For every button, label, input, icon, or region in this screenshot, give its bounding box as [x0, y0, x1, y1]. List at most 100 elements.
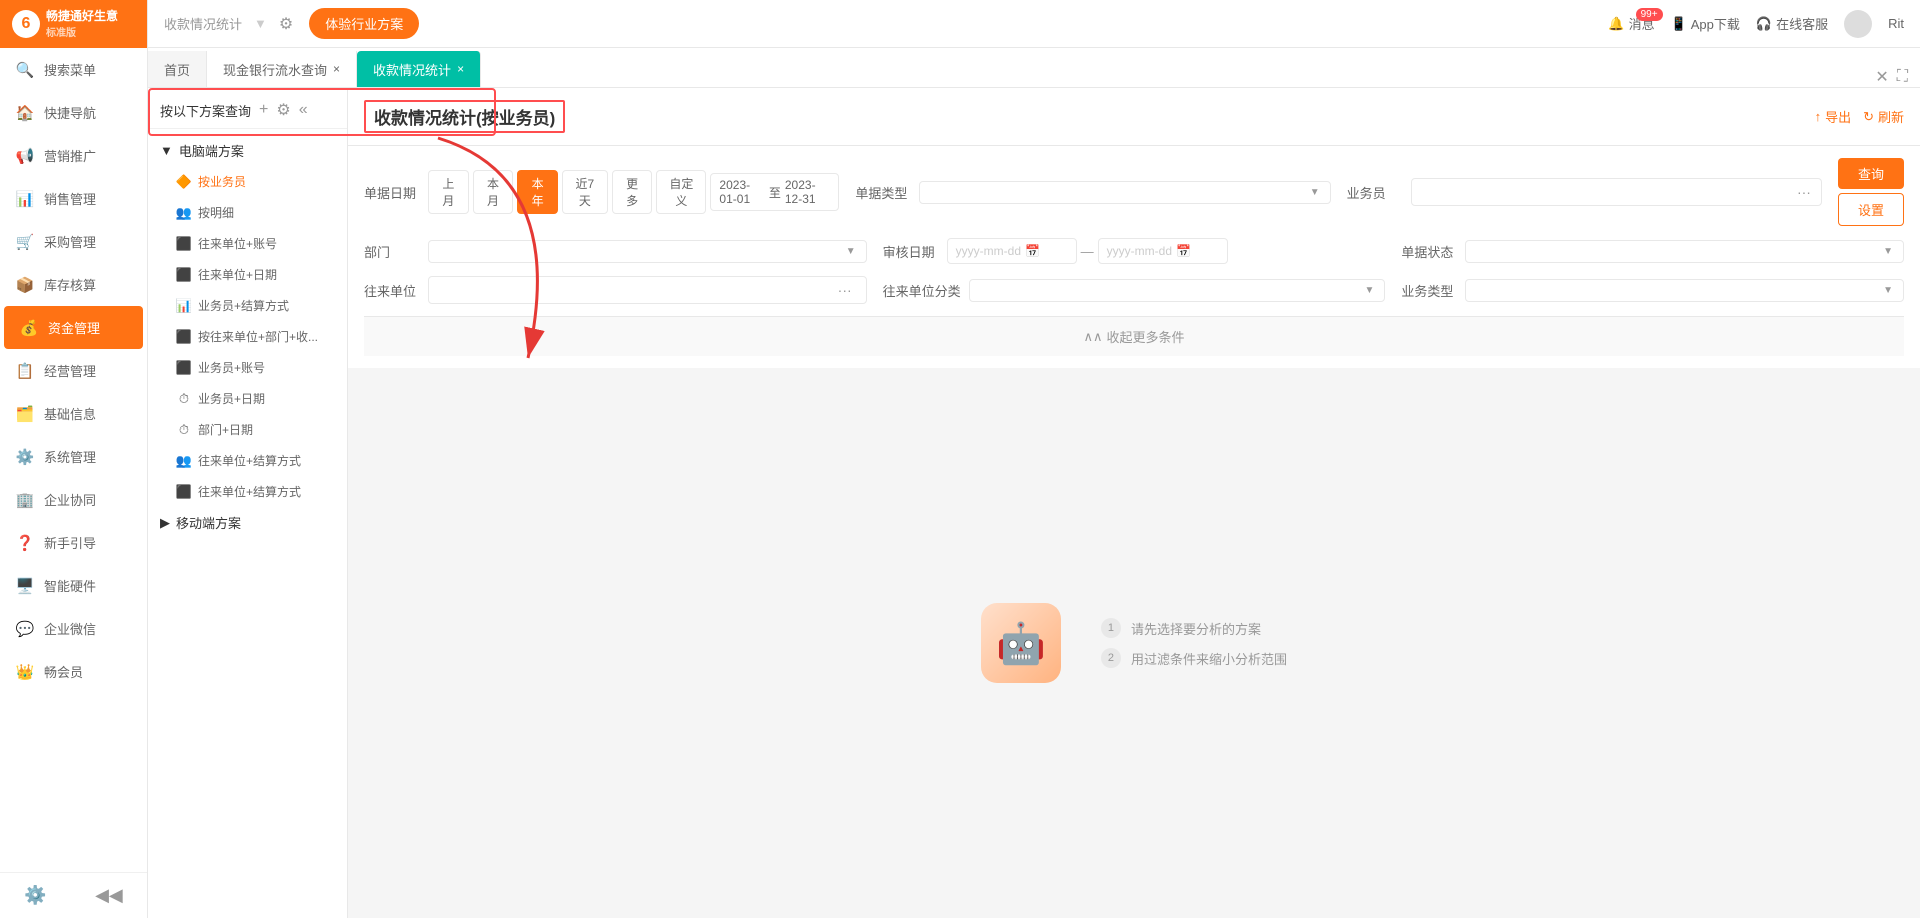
- sidebar-item-wechat[interactable]: 💬 企业微信: [0, 607, 147, 650]
- empty-step-1: 1 请先选择要分析的方案: [1101, 618, 1287, 638]
- biz-type-arrow: ▼: [1883, 285, 1893, 296]
- mobile-scheme-group[interactable]: ▶ 移动端方案: [148, 507, 347, 538]
- scheme-add-icon[interactable]: +: [259, 101, 268, 119]
- sidebar-item-sales[interactable]: 📊 销售管理: [0, 177, 147, 220]
- last-month-btn[interactable]: 上月: [428, 170, 469, 214]
- collapse-filters-bar[interactable]: ∧∧ 收起更多条件: [364, 316, 1904, 356]
- receipt-type-select[interactable]: ▼: [919, 181, 1330, 204]
- close-window-icon[interactable]: ✕: [1875, 67, 1888, 87]
- scheme-item-unit-dept[interactable]: ⬛ 按往来单位+部门+收...: [148, 321, 347, 352]
- scheme-item-unit-settle1[interactable]: 👥 往来单位+结算方式: [148, 445, 347, 476]
- this-year-btn[interactable]: 本年: [517, 170, 558, 214]
- top-header: 收款情况统计 ▼ ⚙ 体验行业方案 🔔 消息 99+ 📱 App下载 🎧 在线客…: [148, 0, 1920, 48]
- sidebar-item-fund[interactable]: 💰 资金管理: [4, 306, 143, 349]
- dept-select[interactable]: ▼: [428, 240, 867, 263]
- last-7-days-btn[interactable]: 近7天: [562, 170, 608, 214]
- receipt-status-select[interactable]: ▼: [1465, 240, 1904, 263]
- scheme-item-dept-date[interactable]: ⏱ 部门+日期: [148, 414, 347, 445]
- customer-service-button[interactable]: 🎧 在线客服: [1756, 14, 1828, 33]
- phone-icon: 📱: [1671, 16, 1687, 32]
- calendar-icon-end: 📅: [1176, 244, 1191, 258]
- sales-account-icon: ⬛: [176, 360, 192, 376]
- review-start-placeholder: yyyy-mm-dd: [956, 244, 1021, 258]
- page-gear-icon[interactable]: ⚙: [279, 14, 293, 34]
- guide-icon: ❓: [16, 534, 34, 552]
- biz-type-label: 业务类型: [1401, 281, 1457, 300]
- wechat-icon: 💬: [16, 620, 34, 638]
- sidebar-item-corp-label: 企业协同: [44, 490, 96, 509]
- sidebar-item-fund-label: 资金管理: [48, 318, 100, 337]
- user-name: Rit: [1888, 16, 1904, 31]
- sidebar-item-stock[interactable]: 📦 库存核算: [0, 263, 147, 306]
- sidebar-item-marketing[interactable]: 📢 营销推广: [0, 134, 147, 177]
- scheme-collapse-icon[interactable]: «: [299, 101, 308, 119]
- cart-icon: 🛒: [16, 233, 34, 251]
- sidebar-item-base[interactable]: 🗂️ 基础信息: [0, 392, 147, 435]
- more-date-btn[interactable]: 更多: [612, 170, 653, 214]
- scheme-item-unit-account-label: 往来单位+账号: [198, 235, 277, 252]
- custom-date-btn[interactable]: 自定义: [656, 170, 706, 214]
- bell-icon: 🔔: [1608, 16, 1624, 32]
- receipts-tab-close-icon[interactable]: ×: [457, 62, 464, 76]
- sidebar-item-nav[interactable]: 🏠 快捷导航: [0, 91, 147, 134]
- promo-button[interactable]: 体验行业方案: [309, 8, 419, 39]
- review-date-end[interactable]: yyyy-mm-dd 📅: [1098, 238, 1228, 264]
- sidebar-item-purchase[interactable]: 🛒 采购管理: [0, 220, 147, 263]
- counterpart-select[interactable]: ···: [428, 276, 867, 304]
- scheme-item-by-salesperson[interactable]: 🔶 按业务员: [148, 166, 347, 197]
- scheme-item-detail-label: 按明细: [198, 204, 234, 221]
- bank-tab-close-icon[interactable]: ×: [333, 62, 340, 76]
- export-button[interactable]: ↑ 导出: [1815, 107, 1852, 126]
- sidebar-item-sales-label: 销售管理: [44, 189, 96, 208]
- sidebar-item-member[interactable]: 👑 畅会员: [0, 650, 147, 693]
- sidebar-item-guide[interactable]: ❓ 新手引导: [0, 521, 147, 564]
- counterpart-type-select[interactable]: ▼: [969, 279, 1386, 302]
- counterpart-dots[interactable]: ···: [838, 282, 852, 298]
- unit-settle1-icon: 👥: [176, 453, 192, 469]
- maximize-icon[interactable]: ⛶: [1897, 68, 1908, 86]
- scheme-item-by-detail[interactable]: 👥 按明细: [148, 197, 347, 228]
- step-2-num: 2: [1101, 648, 1121, 668]
- sidebar-item-ops[interactable]: 📋 经营管理: [0, 349, 147, 392]
- refresh-button[interactable]: ↻ 刷新: [1863, 107, 1904, 126]
- sidebar-item-sys[interactable]: ⚙️ 系统管理: [0, 435, 147, 478]
- salesperson-select[interactable]: ···: [1411, 178, 1822, 206]
- query-button[interactable]: 查询: [1838, 158, 1904, 189]
- scheme-item-unit-settle2[interactable]: ⬛ 往来单位+结算方式: [148, 476, 347, 507]
- scheme-item-sales-settle[interactable]: 📊 业务员+结算方式: [148, 290, 347, 321]
- settings-bottom-icon[interactable]: ⚙️: [20, 881, 50, 910]
- breadcrumb: 收款情况统计: [164, 14, 242, 33]
- header-right: 🔔 消息 99+ 📱 App下载 🎧 在线客服 Rit: [1608, 10, 1904, 38]
- settings-button[interactable]: 设置: [1838, 193, 1904, 226]
- sidebar-item-member-label: 畅会员: [44, 662, 83, 681]
- sales-date-icon: ⏱: [176, 391, 192, 407]
- scheme-item-unit-date[interactable]: ⬛ 往来单位+日期: [148, 259, 347, 290]
- tab-receipts[interactable]: 收款情况统计 ×: [357, 51, 481, 87]
- sidebar-item-hardware[interactable]: 🖥️ 智能硬件: [0, 564, 147, 607]
- refresh-icon: ↻: [1863, 109, 1874, 125]
- scheme-item-sales-account[interactable]: ⬛ 业务员+账号: [148, 352, 347, 383]
- desktop-scheme-group[interactable]: ▼ 电脑端方案: [148, 135, 347, 166]
- scheme-gear-icon[interactable]: ⚙: [276, 100, 290, 120]
- notification-button[interactable]: 🔔 消息 99+: [1608, 14, 1654, 33]
- date-range-display: 2023-01-01 至 2023-12-31: [710, 173, 839, 211]
- scheme-item-unit-account[interactable]: ⬛ 往来单位+账号: [148, 228, 347, 259]
- scheme-item-sales-date[interactable]: ⏱ 业务员+日期: [148, 383, 347, 414]
- salesperson-dots[interactable]: ···: [1797, 184, 1811, 200]
- user-avatar[interactable]: [1844, 10, 1872, 38]
- biz-type-select[interactable]: ▼: [1465, 279, 1904, 302]
- sidebar-bottom: ⚙️ ◀◀: [0, 872, 147, 918]
- edition-badge: 标准版: [46, 24, 118, 39]
- megaphone-icon: 📢: [16, 147, 34, 165]
- mobile-group-label: 移动端方案: [176, 513, 241, 532]
- scheme-item-sales-settle-label: 业务员+结算方式: [198, 297, 289, 314]
- this-month-btn[interactable]: 本月: [473, 170, 514, 214]
- tab-bank[interactable]: 现金银行流水查询 ×: [207, 51, 357, 87]
- review-date-start[interactable]: yyyy-mm-dd 📅: [947, 238, 1077, 264]
- collapse-up-icon: ∧∧: [1083, 329, 1102, 345]
- sidebar-item-corp[interactable]: 🏢 企业协同: [0, 478, 147, 521]
- collapse-sidebar-icon[interactable]: ◀◀: [91, 881, 127, 910]
- sidebar-item-search[interactable]: 🔍 搜索菜单: [0, 48, 147, 91]
- tab-home[interactable]: 首页: [148, 51, 207, 87]
- app-download-button[interactable]: 📱 App下载: [1671, 14, 1740, 33]
